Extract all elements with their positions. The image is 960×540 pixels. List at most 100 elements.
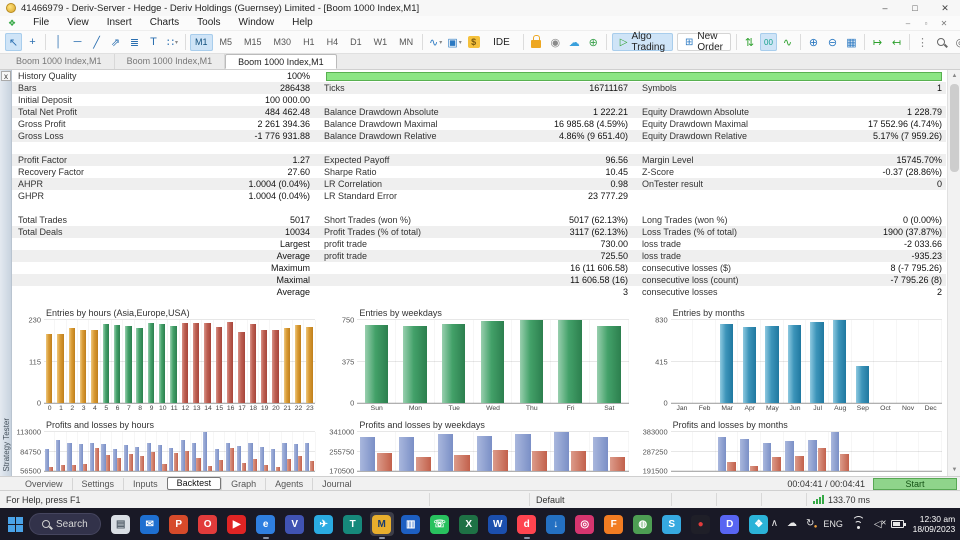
trendline-icon[interactable]: ╱ — [88, 33, 105, 51]
algo-trading-button[interactable]: ▷ Algo Trading — [611, 31, 674, 53]
ide-button[interactable]: IDE — [485, 33, 518, 51]
timeframe-m5-button[interactable]: M5 — [215, 34, 238, 51]
edge-browser-icon[interactable]: e — [254, 512, 278, 539]
menu-item-view[interactable]: View — [58, 16, 98, 30]
scrollbar-thumb[interactable] — [950, 84, 959, 172]
tester-tab-overview[interactable]: Overview — [16, 478, 72, 490]
signal-icon[interactable]: ◉ — [547, 33, 564, 51]
timeframe-h1-button[interactable]: H1 — [298, 34, 320, 51]
chart-minimize-icon[interactable]: – — [900, 17, 916, 30]
timeframe-m30-button[interactable]: M30 — [269, 34, 297, 51]
windows-start-icon[interactable] — [8, 511, 23, 537]
report-scrollbar[interactable]: ▲ ▼ — [947, 70, 960, 476]
discord-icon[interactable]: D — [718, 512, 742, 536]
opera-browser-icon[interactable]: O — [196, 512, 220, 536]
fibonacci-icon[interactable]: ≣ — [126, 33, 143, 51]
chart-shift-icon[interactable]: ↦ — [869, 33, 886, 51]
search-icon[interactable] — [933, 33, 950, 51]
menu-item-help[interactable]: Help — [283, 16, 322, 30]
crosshair-icon[interactable]: + — [24, 33, 41, 51]
currency-icon[interactable]: $ — [465, 33, 482, 51]
scroll-up-icon[interactable]: ▲ — [948, 70, 960, 82]
text-icon[interactable]: T — [145, 33, 162, 51]
firefox-browser-icon[interactable]: F — [602, 512, 626, 536]
timeframe-m1-button[interactable]: M1 — [190, 33, 213, 51]
tester-tab-backtest[interactable]: Backtest — [166, 477, 222, 490]
menu-item-tools[interactable]: Tools — [188, 16, 229, 30]
more-tools-icon[interactable]: ⋮ — [914, 33, 931, 51]
timeframe-d1-button[interactable]: D1 — [345, 34, 367, 51]
telegram-icon[interactable]: ✈ — [312, 512, 336, 536]
tester-close-icon[interactable]: x — [1, 71, 11, 81]
horizontal-line-icon[interactable]: ─ — [69, 33, 86, 51]
cloud-icon[interactable]: ☁ — [566, 33, 583, 51]
tester-tab-inputs[interactable]: Inputs — [123, 477, 167, 490]
sync-icon[interactable]: ↻ ● — [806, 519, 817, 531]
timeframe-w1-button[interactable]: W1 — [369, 34, 393, 51]
indicators-icon[interactable]: ∿ ▾ — [427, 33, 444, 51]
obs-studio-icon[interactable]: ● — [689, 512, 713, 536]
wifi-icon[interactable] — [851, 516, 865, 529]
taskbar-search[interactable]: Search — [29, 513, 101, 535]
language-indicator[interactable]: ENG — [823, 519, 843, 529]
tester-tab-graph[interactable]: Graph — [221, 477, 265, 490]
excel-icon[interactable]: X — [457, 512, 481, 536]
taskbar-clock[interactable]: 12:30 am 18/09/2023 — [913, 514, 956, 534]
menu-item-charts[interactable]: Charts — [141, 16, 188, 30]
tester-tab-agents[interactable]: Agents — [265, 477, 312, 490]
menu-item-window[interactable]: Window — [230, 16, 284, 30]
shapes-icon[interactable]: ∷ ▾ — [164, 33, 181, 51]
photos-app-icon[interactable]: ❖ — [747, 512, 771, 536]
chart-tab-0[interactable]: Boom 1000 Index,M1 — [4, 54, 115, 69]
tile-windows-icon[interactable]: ▦ — [843, 33, 860, 51]
instagram-icon[interactable]: ◎ — [573, 512, 597, 536]
cursor-icon[interactable]: ↖ — [5, 33, 22, 51]
visual-studio-icon[interactable]: V — [283, 512, 307, 536]
community-icon[interactable]: ⊕ — [585, 33, 602, 51]
timeframe-m15-button[interactable]: M15 — [239, 34, 267, 51]
maximize-icon[interactable]: □ — [900, 0, 930, 16]
chrome-browser-icon[interactable]: ◍ — [631, 512, 655, 536]
battery-icon[interactable] — [890, 520, 906, 528]
onedrive-cloud-icon[interactable]: ☁ — [787, 519, 797, 529]
file-explorer-icon[interactable]: ▤ — [109, 512, 133, 536]
chart-tab-1[interactable]: Boom 1000 Index,M1 — [115, 54, 226, 69]
powerpoint-icon[interactable]: P — [167, 512, 191, 536]
bar-chart-icon[interactable]: 00 — [759, 33, 777, 51]
chart-restore-icon[interactable]: ▫ — [918, 17, 934, 30]
mail-app-icon[interactable]: ✉ — [138, 512, 162, 536]
auto-scroll-icon[interactable]: ↤ — [888, 33, 905, 51]
scroll-down-icon[interactable]: ▼ — [948, 464, 960, 476]
zoom-out-icon[interactable]: ⊖ — [824, 33, 841, 51]
lock-icon[interactable] — [528, 33, 545, 51]
tester-tab-settings[interactable]: Settings — [71, 477, 124, 490]
teams-icon[interactable]: T — [341, 512, 365, 536]
new-order-button[interactable]: ⊞ New Order — [677, 31, 731, 53]
start-test-button[interactable]: Start — [873, 477, 957, 490]
timeframe-h4-button[interactable]: H4 — [322, 34, 344, 51]
word-icon[interactable]: W — [486, 512, 510, 536]
metatrader-5-icon[interactable]: M — [369, 512, 394, 539]
youtube-icon[interactable]: ▶ — [225, 512, 249, 536]
volume-muted-icon[interactable]: ◁ ✕ — [874, 519, 887, 530]
whatsapp-icon[interactable]: ☏ — [428, 512, 452, 536]
deriv-app-icon[interactable]: d — [515, 512, 539, 539]
tester-tab-journal[interactable]: Journal — [312, 477, 361, 490]
tray-expand-icon[interactable]: ∧ — [771, 519, 778, 529]
chart-tab-2[interactable]: Boom 1000 Index,M1 — [225, 54, 337, 69]
help-icon[interactable]: ◎ — [952, 33, 960, 51]
tick-chart-icon[interactable]: ⇅ — [741, 33, 758, 51]
menu-item-insert[interactable]: Insert — [98, 16, 141, 30]
zoom-in-icon[interactable]: ⊕ — [805, 33, 822, 51]
vertical-line-icon[interactable]: │ — [50, 33, 67, 51]
downloads-icon[interactable]: ↓ — [544, 512, 568, 536]
channel-icon[interactable]: ⇗ — [107, 33, 124, 51]
trading-app-icon[interactable]: ▥ — [399, 512, 423, 536]
minimize-icon[interactable]: – — [870, 0, 900, 16]
menu-item-file[interactable]: File — [24, 16, 58, 30]
skype-icon[interactable]: S — [660, 512, 684, 536]
timeframe-mn-button[interactable]: MN — [394, 34, 418, 51]
chart-close-icon[interactable]: ✕ — [936, 17, 952, 30]
line-chart-icon[interactable]: ∿ — [779, 33, 796, 51]
profile-selector[interactable]: Default — [530, 493, 672, 506]
